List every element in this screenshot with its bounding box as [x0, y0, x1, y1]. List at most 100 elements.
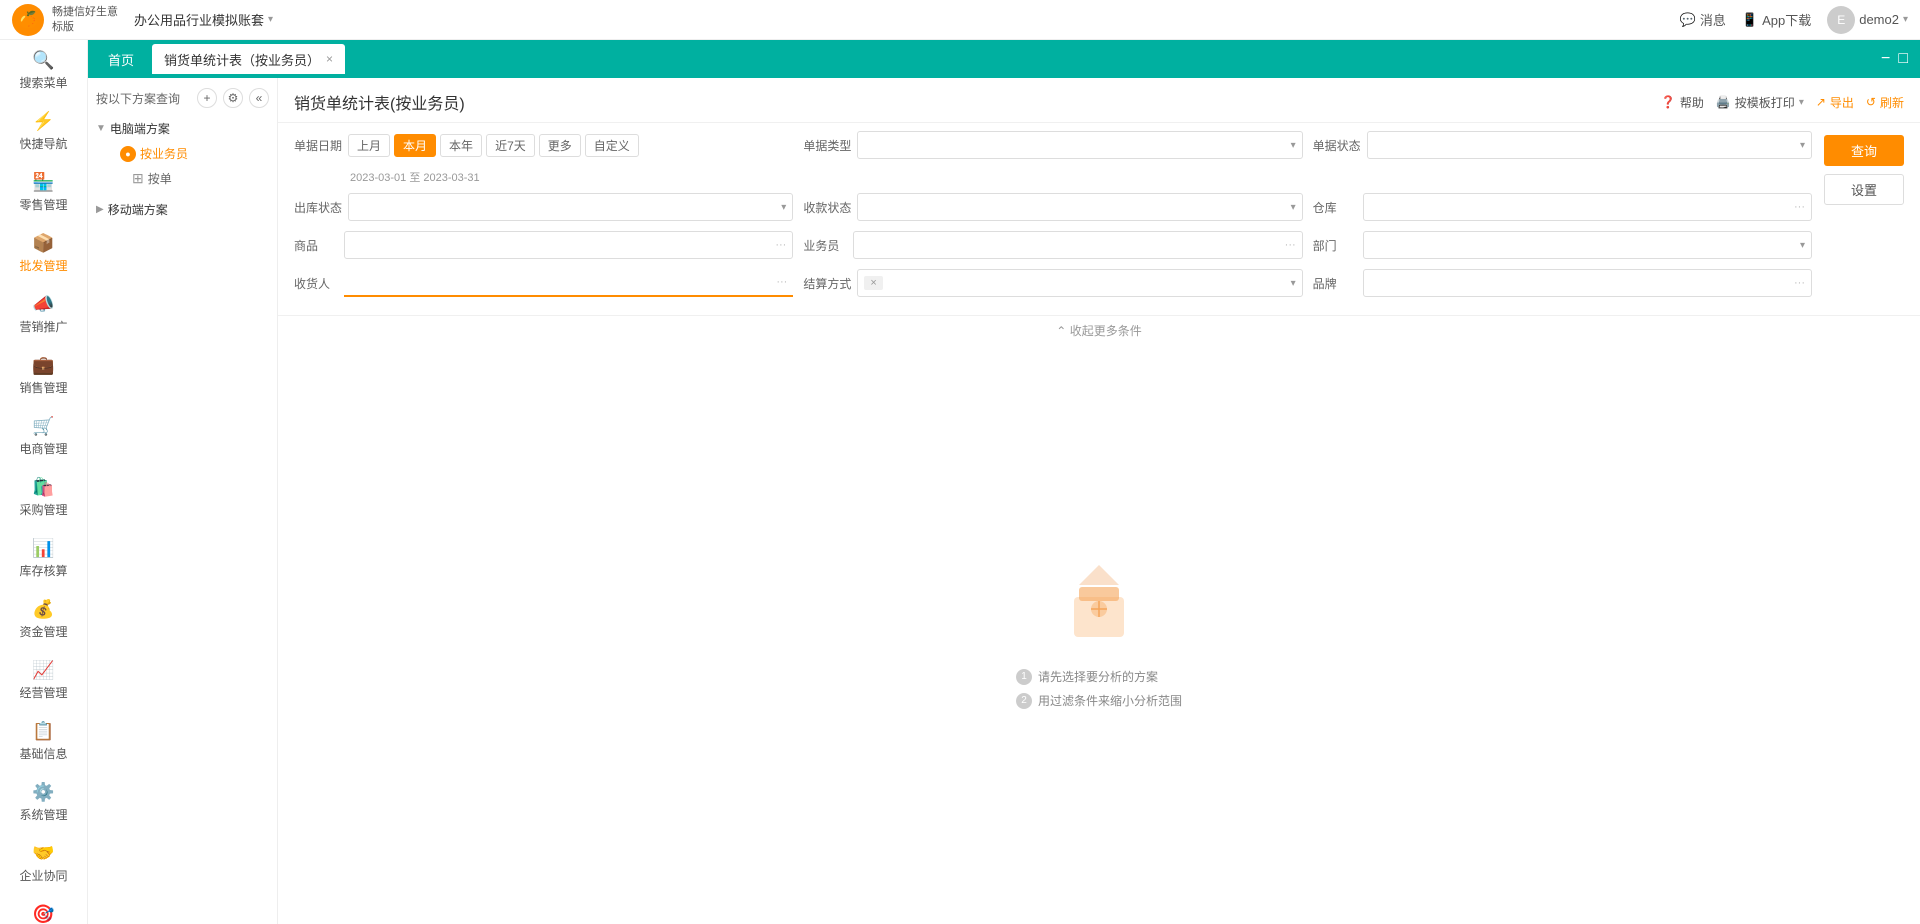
tree-mobile-group[interactable]: ▶ 移动端方案	[96, 197, 269, 222]
inventory-icon: 📊	[32, 538, 54, 559]
collectstatus-chevron: ▾	[1291, 202, 1296, 213]
sidebar-item-newuser[interactable]: 🎯 新手引导	[0, 894, 87, 924]
sidebar-item-quick-nav[interactable]: ⚡ 快捷导航	[0, 101, 87, 162]
app-download-btn[interactable]: 📱 App下载	[1742, 10, 1811, 29]
date-btn-custom[interactable]: 自定义	[585, 134, 639, 157]
app-selector[interactable]: 办公用品行业模拟账套 ▾	[134, 10, 273, 29]
consignee-label: 收货人	[294, 275, 338, 292]
filter-section: 单据日期 上月 本月 本年 近7天 更多 自定义 单据类型	[278, 123, 1920, 315]
outstatus-select[interactable]: ▾	[348, 193, 793, 221]
settlement-input-wrap: × ▾	[857, 269, 1302, 297]
sidebar-item-sales[interactable]: 💼 销售管理	[0, 345, 87, 406]
sales-icon: 💼	[32, 355, 54, 376]
date-btn-last7[interactable]: 近7天	[486, 134, 535, 157]
consignee-input[interactable]: ···	[344, 269, 793, 297]
settlement-tag-close[interactable]: ×	[870, 277, 876, 289]
print-btn[interactable]: 🖨️ 按模板打印 ▾	[1716, 94, 1804, 111]
tree-pc-group[interactable]: ▼ 电脑端方案	[96, 116, 269, 141]
date-btn-more[interactable]: 更多	[539, 134, 581, 157]
tree-child-salesperson[interactable]: ● 按业务员	[96, 141, 269, 166]
docstatus-label: 单据状态	[1313, 137, 1361, 154]
panel-actions: + ⚙ «	[197, 88, 269, 108]
filter-cell-collectstatus: 收款状态 ▾	[803, 193, 1302, 221]
tree-expand-icon: ▼	[96, 123, 106, 134]
tab-close-btn[interactable]: ×	[326, 52, 333, 66]
sidebar-item-finance[interactable]: 💰 资金管理	[0, 589, 87, 650]
active-plan-icon: ●	[120, 146, 136, 162]
tree-sub-order[interactable]: ⊞ 按单	[96, 166, 269, 191]
filter-cell-outstatus: 出库状态 ▾	[294, 193, 793, 221]
panel-collapse-btn[interactable]: «	[249, 88, 269, 108]
filter-cell-salesperson: 业务员 ···	[803, 231, 1302, 259]
product-input[interactable]: ···	[344, 231, 793, 259]
tab-minimize-btn[interactable]: −	[1881, 50, 1890, 68]
refresh-btn[interactable]: ↺ 刷新	[1866, 94, 1904, 111]
salesperson-label: 业务员	[803, 237, 847, 254]
tab-active[interactable]: 销货单统计表（按业务员） ×	[152, 44, 345, 74]
empty-steps: 1 请先选择要分析的方案 2 用过滤条件来缩小分析范围	[1016, 665, 1182, 713]
sidebar-item-retail[interactable]: 🏪 零售管理	[0, 162, 87, 223]
tab-home[interactable]: 首页	[92, 40, 150, 78]
collapse-bar[interactable]: ⌃ 收起更多条件	[278, 315, 1920, 345]
date-btn-thisyear[interactable]: 本年	[440, 134, 482, 157]
tab-maximize-btn[interactable]: □	[1898, 50, 1908, 68]
sidebar-item-ecom[interactable]: 🛒 电商管理	[0, 406, 87, 467]
help-btn[interactable]: ❓ 帮助	[1661, 94, 1704, 111]
date-btn-lastmonth[interactable]: 上月	[348, 134, 390, 157]
coop-icon: 🤝	[32, 843, 54, 864]
collectstatus-select[interactable]: ▾	[857, 193, 1302, 221]
salesperson-dots: ···	[1285, 239, 1296, 251]
title-actions: ❓ 帮助 🖨️ 按模板打印 ▾ ↗ 导出 ↺ 刷新	[1661, 94, 1904, 111]
ecom-icon: 🛒	[32, 416, 54, 437]
collapse-icon: ⌃	[1056, 324, 1069, 338]
settlement-label: 结算方式	[803, 275, 851, 292]
doctype-select[interactable]: ▾	[857, 131, 1302, 159]
sidebar-item-inventory[interactable]: 📊 库存核算	[0, 528, 87, 589]
brand-input[interactable]: ···	[1363, 269, 1812, 297]
settings-btn[interactable]: 设置	[1824, 174, 1904, 205]
sidebar-item-system[interactable]: ⚙️ 系统管理	[0, 772, 87, 833]
filter-row-3: 商品 ··· 业务员	[294, 231, 1812, 259]
dept-select[interactable]: ▾	[1363, 231, 1812, 259]
sidebar-item-operation[interactable]: 📈 经营管理	[0, 650, 87, 711]
filter-row-1: 单据日期 上月 本月 本年 近7天 更多 自定义 单据类型	[294, 131, 1812, 159]
filter-cell-doctype: 单据类型 ▾	[803, 131, 1302, 159]
settlement-chevron: ▾	[1291, 278, 1296, 289]
sidebar-item-basic[interactable]: 📋 基础信息	[0, 711, 87, 772]
query-btn[interactable]: 查询	[1824, 135, 1904, 166]
main-area: 首页 销货单统计表（按业务员） × − □ 按以下方案查询 + ⚙ «	[88, 40, 1920, 924]
empty-state: 1 请先选择要分析的方案 2 用过滤条件来缩小分析范围	[278, 345, 1920, 924]
settlement-tag: ×	[864, 276, 882, 290]
user-menu[interactable]: E demo2 ▾	[1827, 6, 1908, 34]
date-controls: 上月 本月 本年 近7天 更多 自定义	[348, 134, 793, 157]
outstatus-input-wrap: ▾	[348, 193, 793, 221]
filter-cell-dept: 部门 ▾	[1313, 231, 1812, 259]
message-btn[interactable]: 💬 消息	[1680, 10, 1726, 29]
panel-add-btn[interactable]: +	[197, 88, 217, 108]
system-icon: ⚙️	[32, 782, 54, 803]
top-header: 🍊 畅捷信好生意 标版 办公用品行业模拟账套 ▾ 💬 消息 📱 App下载 E …	[0, 0, 1920, 40]
docstatus-select[interactable]: ▾	[1367, 131, 1812, 159]
salesperson-input-wrap: ···	[853, 231, 1302, 259]
salesperson-input[interactable]: ···	[853, 231, 1302, 259]
sidebar-item-marketing[interactable]: 📣 营销推广	[0, 284, 87, 345]
sidebar-item-purchase[interactable]: 🛍️ 采购管理	[0, 467, 87, 528]
product-input-wrap: ···	[344, 231, 793, 259]
export-btn[interactable]: ↗ 导出	[1816, 94, 1854, 111]
sidebar: 🔍 搜索菜单 ⚡ 快捷导航 🏪 零售管理 📦 批发管理 📣 营销推广 💼 销售管…	[0, 0, 88, 924]
newuser-icon: 🎯	[32, 904, 54, 924]
dept-label: 部门	[1313, 237, 1357, 254]
sidebar-item-coop[interactable]: 🤝 企业协同	[0, 833, 87, 894]
warehouse-input[interactable]: ···	[1363, 193, 1812, 221]
basic-icon: 📋	[32, 721, 54, 742]
sidebar-item-search[interactable]: 🔍 搜索菜单	[0, 40, 87, 101]
quick-nav-icon: ⚡	[32, 111, 54, 132]
settlement-select[interactable]: × ▾	[857, 269, 1302, 297]
dept-input-wrap: ▾	[1363, 231, 1812, 259]
date-btn-thismonth[interactable]: 本月	[394, 134, 436, 157]
panel-settings-btn[interactable]: ⚙	[223, 88, 243, 108]
docstatus-input-wrap: ▾	[1367, 131, 1812, 159]
step-num-1: 1	[1016, 669, 1032, 685]
content-wrapper: 按以下方案查询 + ⚙ « ▼ 电脑端方案 ● 按业务员 ⊞ 按单	[88, 78, 1920, 924]
sidebar-item-wholesale[interactable]: 📦 批发管理	[0, 223, 87, 284]
